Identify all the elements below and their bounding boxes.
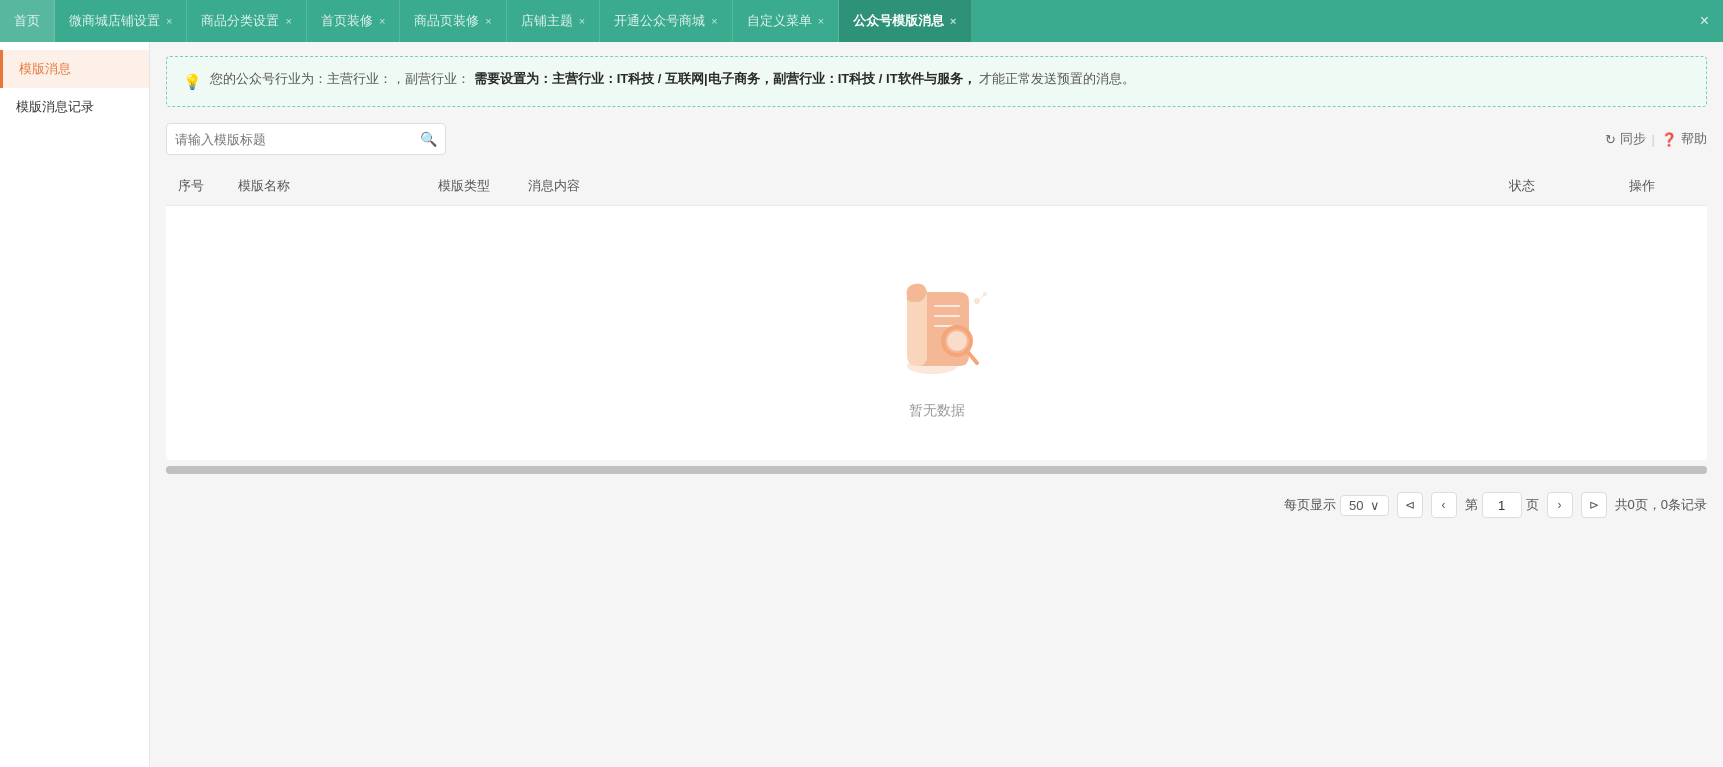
page-size-dropdown[interactable]: 50 ∨ — [1340, 495, 1388, 516]
page-unit-label: 页 — [1526, 496, 1539, 514]
page-size-value: 50 — [1349, 498, 1363, 513]
main-container: 模版消息 模版消息记录 💡 您的公众号行业为：主营行业：，副营行业： 需要设置为… — [0, 42, 1723, 767]
page-size-label: 每页显示 — [1284, 496, 1336, 514]
divider: | — [1652, 132, 1655, 147]
sidebar-item-template-msg-record[interactable]: 模版消息记录 — [0, 88, 149, 126]
close-icon[interactable]: × — [379, 15, 385, 27]
close-icon[interactable]: × — [950, 15, 956, 27]
nav-tab-open-mall[interactable]: 开通公众号商城 × — [600, 0, 732, 42]
nav-tab-product-decor[interactable]: 商品页装修 × — [400, 0, 506, 42]
svg-point-5 — [947, 331, 967, 351]
col-action: 操作 — [1617, 167, 1707, 206]
scrollbar-thumb[interactable] — [166, 466, 1707, 474]
page-total: 共0页，0条记录 — [1615, 496, 1707, 514]
page-label: 第 — [1465, 496, 1478, 514]
nav-tab-custom-menu[interactable]: 自定义菜单 × — [733, 0, 839, 42]
pagination: 每页显示 50 ∨ ⊲ ‹ 第 页 › ⊳ 共0页，0条记录 — [166, 486, 1707, 524]
sidebar-item-template-msg[interactable]: 模版消息 — [0, 50, 149, 88]
svg-point-7 — [974, 298, 980, 304]
col-name: 模版名称 — [226, 167, 426, 206]
data-table: 序号 模版名称 模版类型 消息内容 状态 操作 — [166, 167, 1707, 460]
lightbulb-icon: 💡 — [183, 70, 202, 94]
nav-tab-home[interactable]: 首页 — [0, 0, 55, 42]
col-index: 序号 — [166, 167, 226, 206]
svg-line-9 — [980, 295, 984, 299]
page-input-group: 第 页 — [1465, 492, 1539, 518]
search-icon[interactable]: 🔍 — [420, 131, 437, 147]
nav-tab-theme[interactable]: 店铺主题 × — [507, 0, 600, 42]
col-content: 消息内容 — [516, 167, 1497, 206]
search-input[interactable] — [175, 132, 420, 147]
close-icon[interactable]: × — [285, 15, 291, 27]
close-icon[interactable]: × — [485, 15, 491, 27]
page-number-input[interactable] — [1482, 492, 1522, 518]
empty-state: 暂无数据 — [166, 206, 1707, 460]
close-icon[interactable]: × — [579, 15, 585, 27]
nav-tab-home-decor[interactable]: 首页装修 × — [307, 0, 400, 42]
col-type: 模版类型 — [426, 167, 516, 206]
help-icon: ❓ — [1661, 132, 1677, 147]
first-page-button[interactable]: ⊲ — [1397, 492, 1423, 518]
alert-banner: 💡 您的公众号行业为：主营行业：，副营行业： 需要设置为：主营行业：IT科技 /… — [166, 56, 1707, 107]
chevron-down-icon: ∨ — [1370, 498, 1380, 513]
col-status: 状态 — [1497, 167, 1617, 206]
sidebar: 模版消息 模版消息记录 — [0, 42, 150, 767]
close-icon[interactable]: × — [711, 15, 717, 27]
sync-icon: ↻ — [1605, 132, 1616, 147]
search-row: 🔍 ↻ 同步 | ❓ 帮助 — [166, 123, 1707, 155]
nav-tab-template-msg[interactable]: 公众号模版消息 × — [839, 0, 971, 42]
page-size-select: 每页显示 50 ∨ — [1284, 495, 1388, 516]
close-all-button[interactable]: × — [1686, 0, 1723, 42]
prev-page-button[interactable]: ‹ — [1431, 492, 1457, 518]
toolbar-right: ↻ 同步 | ❓ 帮助 — [1605, 130, 1707, 148]
scrollbar-track[interactable] — [166, 466, 1707, 474]
close-icon[interactable]: × — [818, 15, 824, 27]
top-nav: 首页 微商城店铺设置 × 商品分类设置 × 首页装修 × 商品页装修 × 店铺主… — [0, 0, 1723, 42]
sync-button[interactable]: ↻ 同步 — [1605, 130, 1646, 148]
content-area: 💡 您的公众号行业为：主营行业：，副营行业： 需要设置为：主营行业：IT科技 /… — [150, 42, 1723, 767]
table-header-row: 序号 模版名称 模版类型 消息内容 状态 操作 — [166, 167, 1707, 206]
next-page-button[interactable]: › — [1547, 492, 1573, 518]
last-page-button[interactable]: ⊳ — [1581, 492, 1607, 518]
nav-tab-store-settings[interactable]: 微商城店铺设置 × — [55, 0, 187, 42]
close-icon[interactable]: × — [166, 15, 172, 27]
empty-text: 暂无数据 — [909, 402, 965, 420]
help-button[interactable]: ❓ 帮助 — [1661, 130, 1707, 148]
empty-illustration — [877, 266, 997, 386]
nav-tab-category[interactable]: 商品分类设置 × — [187, 0, 306, 42]
search-input-wrap[interactable]: 🔍 — [166, 123, 446, 155]
